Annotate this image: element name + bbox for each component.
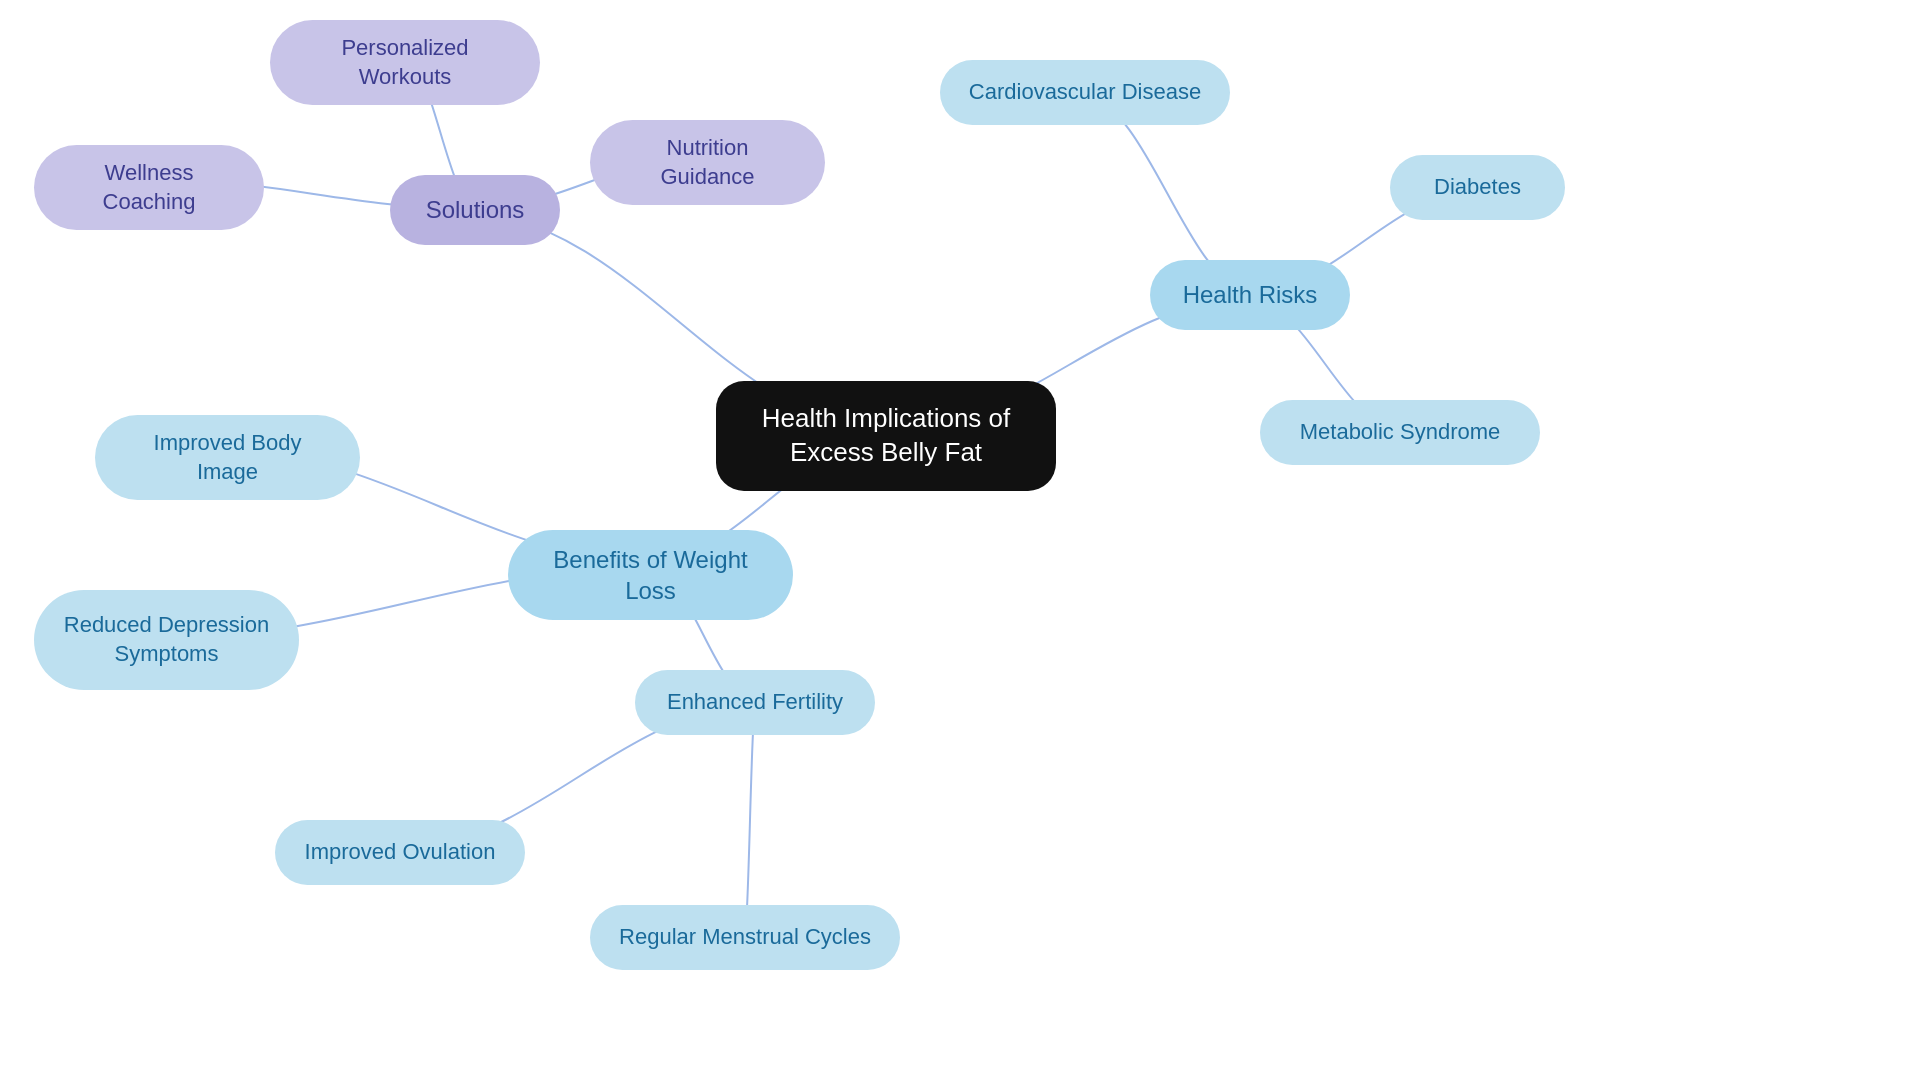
health-risks-label: Health Risks — [1183, 279, 1318, 310]
reduced-depression-symptoms-label: Reduced Depression Symptoms — [62, 611, 271, 668]
improved-ovulation-node[interactable]: Improved Ovulation — [275, 820, 525, 885]
health-risks-node[interactable]: Health Risks — [1150, 260, 1350, 330]
personalized-workouts-label: Personalized Workouts — [298, 34, 512, 91]
connection-line — [745, 703, 755, 938]
nutrition-guidance-node[interactable]: Nutrition Guidance — [590, 120, 825, 205]
benefits-weight-loss-node[interactable]: Benefits of Weight Loss — [508, 530, 793, 620]
diabetes-label: Diabetes — [1434, 173, 1521, 202]
improved-body-image-node[interactable]: Improved Body Image — [95, 415, 360, 500]
cardiovascular-disease-node[interactable]: Cardiovascular Disease — [940, 60, 1230, 125]
benefits-weight-loss-label: Benefits of Weight Loss — [536, 544, 765, 606]
solutions-node[interactable]: Solutions — [390, 175, 560, 245]
diabetes-node[interactable]: Diabetes — [1390, 155, 1565, 220]
connections-svg — [0, 0, 1920, 1083]
improved-ovulation-label: Improved Ovulation — [305, 838, 496, 867]
cardiovascular-disease-label: Cardiovascular Disease — [969, 78, 1201, 107]
mindmap-container: Health Implications of Excess Belly Fat … — [0, 0, 1920, 1083]
center-node[interactable]: Health Implications of Excess Belly Fat — [716, 381, 1056, 491]
regular-menstrual-cycles-label: Regular Menstrual Cycles — [619, 923, 871, 952]
metabolic-syndrome-node[interactable]: Metabolic Syndrome — [1260, 400, 1540, 465]
wellness-coaching-label: Wellness Coaching — [62, 159, 236, 216]
personalized-workouts-node[interactable]: Personalized Workouts — [270, 20, 540, 105]
enhanced-fertility-label: Enhanced Fertility — [667, 688, 843, 717]
wellness-coaching-node[interactable]: Wellness Coaching — [34, 145, 264, 230]
reduced-depression-symptoms-node[interactable]: Reduced Depression Symptoms — [34, 590, 299, 690]
solutions-label: Solutions — [426, 194, 525, 225]
metabolic-syndrome-label: Metabolic Syndrome — [1300, 418, 1501, 447]
improved-body-image-label: Improved Body Image — [123, 429, 332, 486]
regular-menstrual-cycles-node[interactable]: Regular Menstrual Cycles — [590, 905, 900, 970]
nutrition-guidance-label: Nutrition Guidance — [618, 134, 797, 191]
center-label: Health Implications of Excess Belly Fat — [744, 402, 1028, 470]
enhanced-fertility-node[interactable]: Enhanced Fertility — [635, 670, 875, 735]
